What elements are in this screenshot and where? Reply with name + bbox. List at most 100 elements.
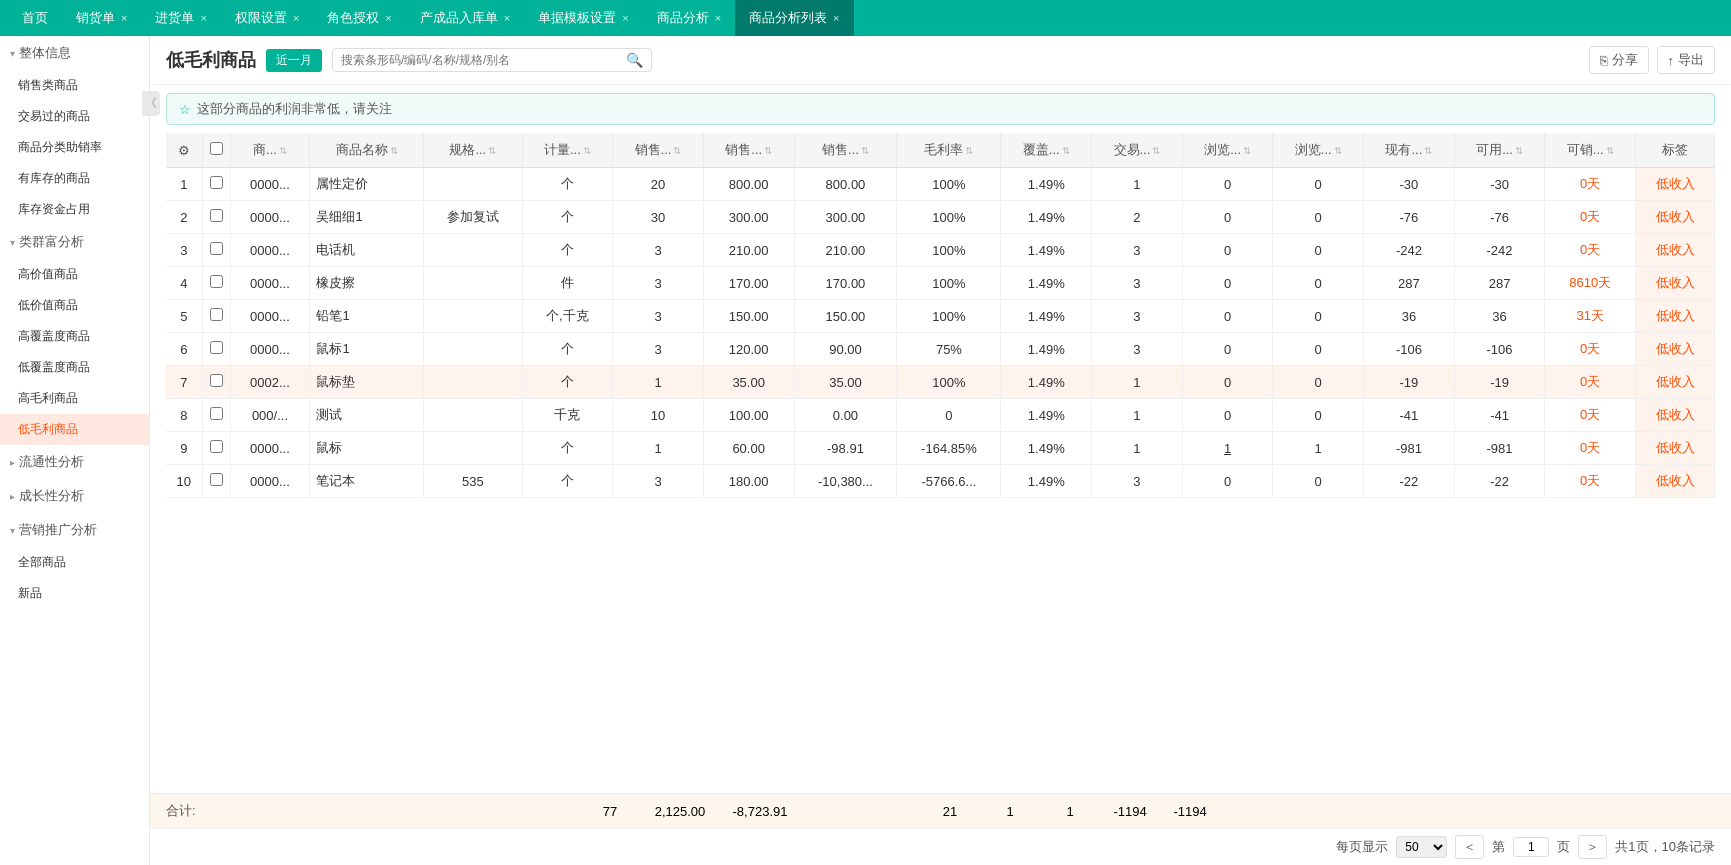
search-icon[interactable]: 🔍: [626, 52, 643, 68]
row-trade: 2: [1092, 201, 1183, 234]
nav-permission-close[interactable]: ×: [293, 12, 299, 24]
row-sales1: 3: [613, 234, 704, 267]
nav-template-close[interactable]: ×: [622, 12, 628, 24]
row-sales3: 800.00: [794, 168, 897, 201]
th-view2[interactable]: 浏览...⇅: [1273, 133, 1364, 168]
row-checkbox-cell[interactable]: [202, 333, 230, 366]
table-header-row: ⚙ 商...⇅ 商品名称⇅ 规格...⇅ 计量...⇅ 销售...⇅ 销售...…: [166, 133, 1715, 168]
row-checkbox-cell[interactable]: [202, 201, 230, 234]
sidebar-item-low-value[interactable]: 低价值商品: [0, 290, 149, 321]
th-stock2[interactable]: 可用...⇅: [1454, 133, 1545, 168]
row-view1: 0: [1182, 300, 1273, 333]
row-view2: 0: [1273, 168, 1364, 201]
next-page-button[interactable]: ＞: [1578, 835, 1607, 859]
sidebar-group-marketing[interactable]: ▾ 营销推广分析: [0, 513, 149, 547]
sidebar-item-high-margin[interactable]: 高毛利商品: [0, 383, 149, 414]
row-unit: 个: [522, 333, 613, 366]
th-unit[interactable]: 计量...⇅: [522, 133, 613, 168]
row-checkbox-cell[interactable]: [202, 432, 230, 465]
sidebar-item-category-sales-rate[interactable]: 商品分类助销率: [0, 132, 149, 163]
nav-home[interactable]: 首页: [8, 0, 62, 36]
sidebar-item-stocked-products[interactable]: 有库存的商品: [0, 163, 149, 194]
row-trade: 3: [1092, 465, 1183, 498]
row-checkbox-cell[interactable]: [202, 366, 230, 399]
row-view1[interactable]: 1: [1182, 432, 1273, 465]
row-checkbox[interactable]: [210, 407, 223, 420]
nav-template[interactable]: 单据模板设置 ×: [524, 0, 642, 36]
row-stock2: 287: [1454, 267, 1545, 300]
sidebar-group-cluster[interactable]: ▾ 类群富分析: [0, 225, 149, 259]
export-button[interactable]: ↑ 导出: [1657, 46, 1716, 74]
row-sales2: 120.00: [703, 333, 794, 366]
row-checkbox-cell[interactable]: [202, 267, 230, 300]
row-checkbox[interactable]: [210, 374, 223, 387]
row-checkbox[interactable]: [210, 308, 223, 321]
select-all-checkbox[interactable]: [210, 142, 223, 155]
th-sales2[interactable]: 销售...⇅: [703, 133, 794, 168]
row-checkbox-cell[interactable]: [202, 168, 230, 201]
sidebar-group-flow[interactable]: ▸ 流通性分析: [0, 445, 149, 479]
th-coverage[interactable]: 覆盖...⇅: [1001, 133, 1092, 168]
row-checkbox[interactable]: [210, 341, 223, 354]
th-view1[interactable]: 浏览...⇅: [1182, 133, 1273, 168]
nav-sales[interactable]: 销货单 ×: [62, 0, 141, 36]
sidebar-group-growth[interactable]: ▸ 成长性分析: [0, 479, 149, 513]
period-button[interactable]: 近一月: [266, 49, 322, 72]
nav-product-analysis-close[interactable]: ×: [715, 12, 721, 24]
row-checkbox[interactable]: [210, 440, 223, 453]
sidebar-collapse-button[interactable]: 《: [142, 91, 160, 116]
nav-product-analysis-list-close[interactable]: ×: [833, 12, 839, 24]
search-input[interactable]: [341, 53, 620, 67]
row-checkbox[interactable]: [210, 275, 223, 288]
sidebar-item-sales-products[interactable]: 销售类商品: [0, 70, 149, 101]
row-checkbox[interactable]: [210, 176, 223, 189]
th-trade[interactable]: 交易...⇅: [1092, 133, 1183, 168]
prev-page-button[interactable]: ＜: [1455, 835, 1484, 859]
row-checkbox-cell[interactable]: [202, 300, 230, 333]
th-spec[interactable]: 规格...⇅: [424, 133, 522, 168]
nav-purchase-close[interactable]: ×: [200, 12, 206, 24]
th-stock3[interactable]: 可销...⇅: [1545, 133, 1636, 168]
th-checkbox[interactable]: [202, 133, 230, 168]
per-page-select[interactable]: 50 100 200: [1396, 836, 1447, 858]
sidebar-item-high-value[interactable]: 高价值商品: [0, 259, 149, 290]
row-no: 6: [166, 333, 202, 366]
nav-product-entry[interactable]: 产成品入库单 ×: [406, 0, 524, 36]
nav-permission[interactable]: 权限设置 ×: [221, 0, 313, 36]
th-sales1[interactable]: 销售...⇅: [613, 133, 704, 168]
sidebar-item-new-products[interactable]: 新品: [0, 578, 149, 609]
row-checkbox[interactable]: [210, 209, 223, 222]
row-coverage: 1.49%: [1001, 432, 1092, 465]
row-checkbox-cell[interactable]: [202, 465, 230, 498]
nav-purchase[interactable]: 进货单 ×: [141, 0, 220, 36]
row-checkbox-cell[interactable]: [202, 234, 230, 267]
sidebar-item-all-products[interactable]: 全部商品: [0, 547, 149, 578]
th-margin[interactable]: 毛利率⇅: [897, 133, 1001, 168]
row-checkbox[interactable]: [210, 473, 223, 486]
nav-product-entry-close[interactable]: ×: [504, 12, 510, 24]
nav-role-close[interactable]: ×: [385, 12, 391, 24]
th-name[interactable]: 商品名称⇅: [310, 133, 424, 168]
th-tag[interactable]: 标签: [1636, 133, 1715, 168]
th-code[interactable]: 商...⇅: [230, 133, 310, 168]
sidebar-group-overall[interactable]: ▾ 整体信息: [0, 36, 149, 70]
row-checkbox-cell[interactable]: [202, 399, 230, 432]
sidebar-item-low-coverage[interactable]: 低覆盖度商品: [0, 352, 149, 383]
row-checkbox[interactable]: [210, 242, 223, 255]
th-sales3[interactable]: 销售...⇅: [794, 133, 897, 168]
sidebar-item-traded-products[interactable]: 交易过的商品: [0, 101, 149, 132]
nav-role[interactable]: 角色授权 ×: [313, 0, 405, 36]
page-number-input[interactable]: [1513, 837, 1549, 857]
nav-product-analysis[interactable]: 商品分析 ×: [643, 0, 735, 36]
row-margin: 100%: [897, 201, 1001, 234]
sidebar-item-inventory-capital[interactable]: 库存资金占用: [0, 194, 149, 225]
total-records: 共1页，10条记录: [1615, 838, 1715, 856]
search-box: 🔍: [332, 48, 652, 72]
nav-sales-close[interactable]: ×: [121, 12, 127, 24]
share-button[interactable]: ⎘ 分享: [1589, 46, 1649, 74]
th-stock1[interactable]: 现有...⇅: [1364, 133, 1455, 168]
sidebar-item-low-margin[interactable]: 低毛利商品: [0, 414, 149, 445]
nav-product-analysis-list[interactable]: 商品分析列表 ×: [735, 0, 853, 36]
th-settings[interactable]: ⚙: [166, 133, 202, 168]
sidebar-item-high-coverage[interactable]: 高覆盖度商品: [0, 321, 149, 352]
